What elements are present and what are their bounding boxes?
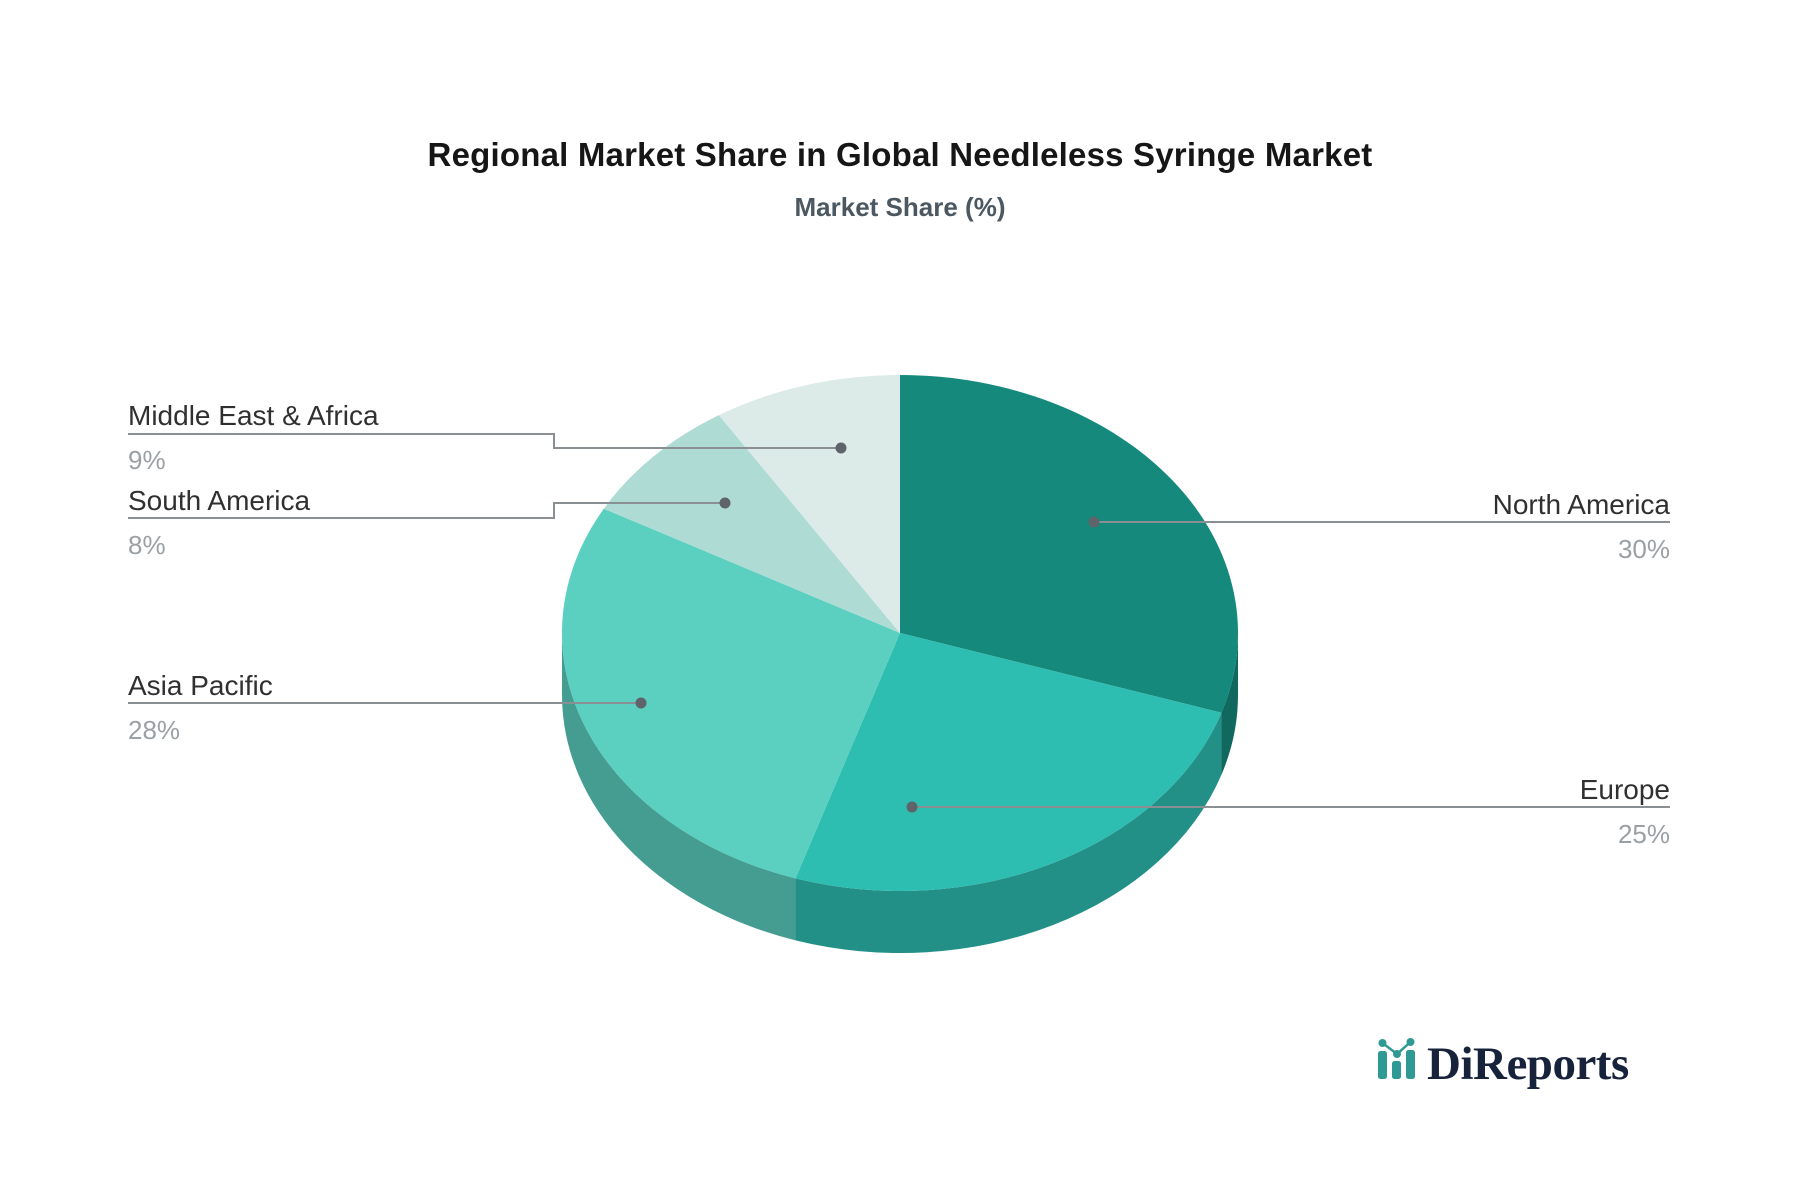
callout-europe: Europe 25% xyxy=(1580,773,1670,851)
slice-percent: 28% xyxy=(128,715,181,745)
direports-logo: DiReports xyxy=(1376,1036,1629,1100)
leader-dot-asia-pacific xyxy=(635,697,647,709)
chart-canvas: Regional Market Share in Global Needlele… xyxy=(0,0,1800,1196)
logo-text: DiReports xyxy=(1427,1038,1629,1090)
callout-middle-east-africa: Middle East & Africa 9% xyxy=(128,399,379,477)
callout-south-america: South America 8% xyxy=(128,484,310,562)
slice-label: South America xyxy=(128,485,311,516)
leader-dot-south-america xyxy=(719,497,731,509)
callout-asia-pacific: Asia Pacific 28% xyxy=(128,669,273,747)
slice-label: North America xyxy=(1492,489,1670,520)
slice-percent: 9% xyxy=(128,445,166,475)
pie-chart xyxy=(128,375,1670,953)
slice-label: Europe xyxy=(1579,774,1670,805)
leader-dot-europe xyxy=(906,801,918,813)
bar-chart-icon xyxy=(1378,1038,1415,1079)
leader-dot-middle-east-africa xyxy=(835,442,847,454)
leader-dot-north-america xyxy=(1088,516,1100,528)
slice-percent: 8% xyxy=(128,530,166,560)
callout-north-america: North America 30% xyxy=(1493,488,1670,566)
slice-percent: 25% xyxy=(1617,819,1670,849)
slice-label: Asia Pacific xyxy=(128,670,273,701)
slice-label: Middle East & Africa xyxy=(128,400,379,431)
slice-percent: 30% xyxy=(1617,534,1670,564)
